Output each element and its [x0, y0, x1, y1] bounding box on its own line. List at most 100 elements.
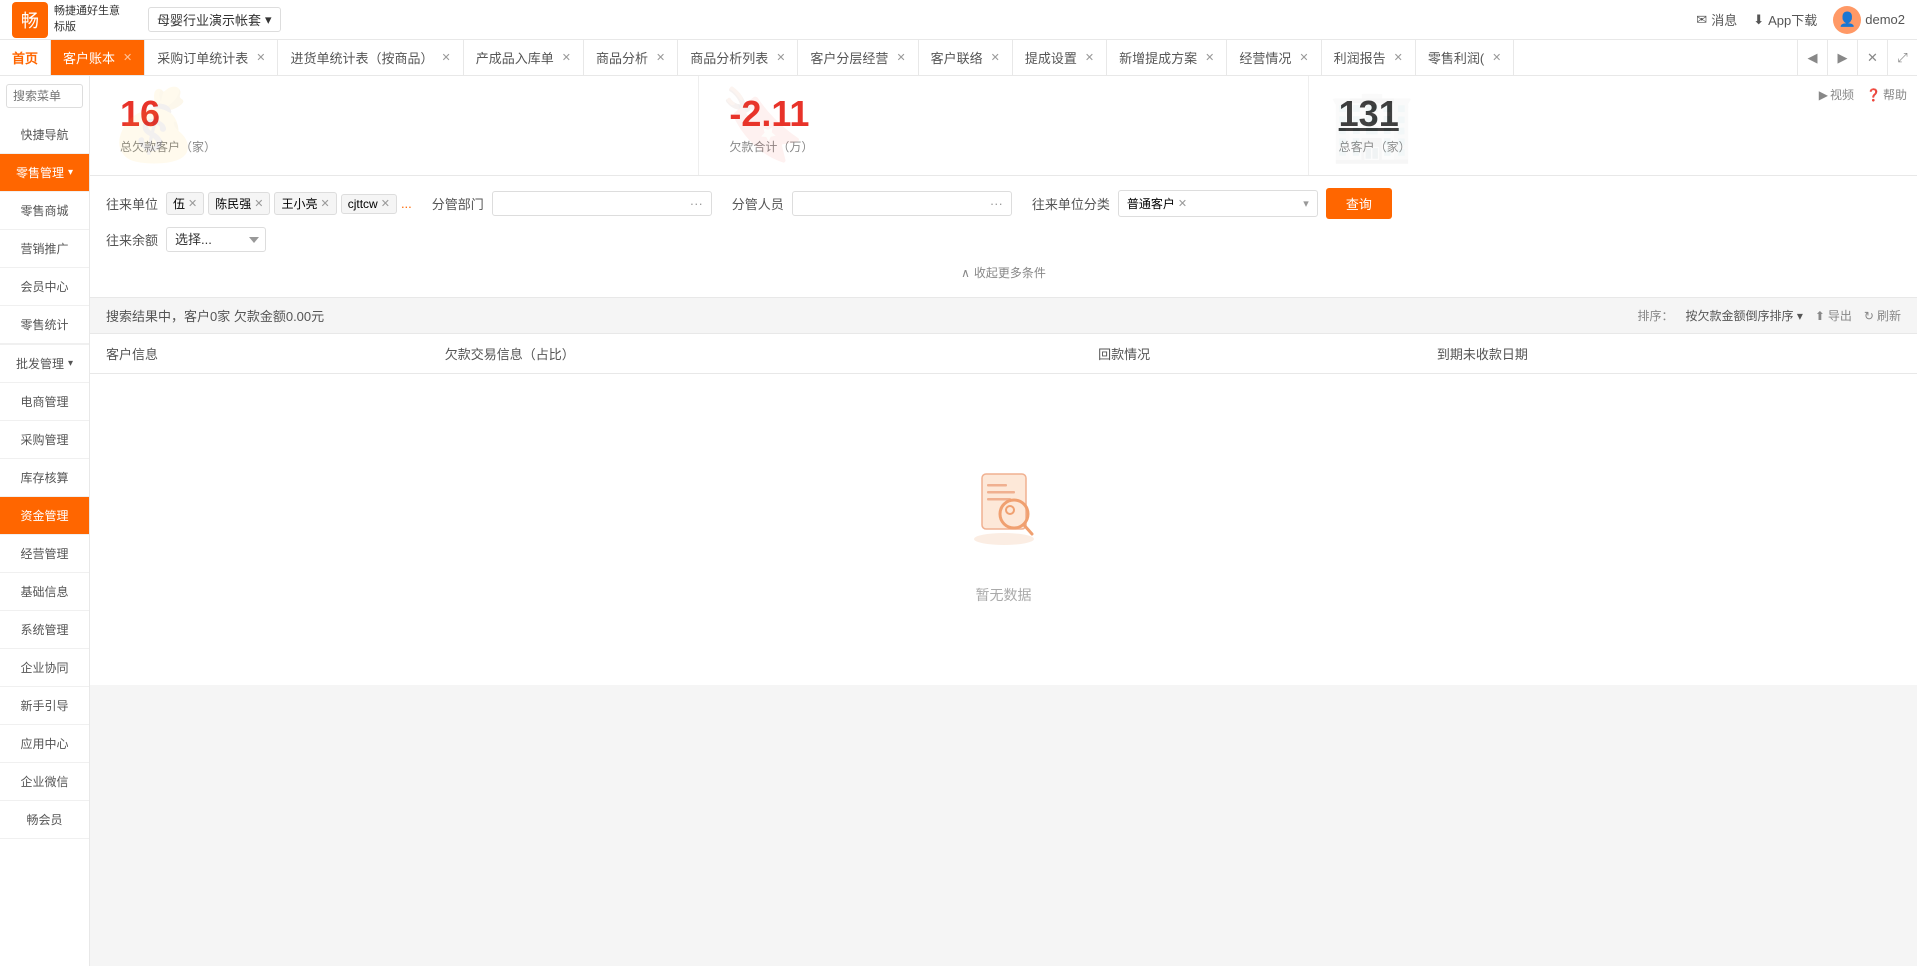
dept-more-icon[interactable]: ···	[690, 196, 703, 211]
sidebar-item-retail-stat[interactable]: 零售统计	[0, 306, 89, 344]
message-label: 消息	[1711, 10, 1737, 29]
tab-retail-profit[interactable]: 零售利润( ✕	[1416, 40, 1515, 75]
export-button[interactable]: ⬆ 导出	[1815, 307, 1852, 324]
close-icon[interactable]: ✕	[896, 51, 905, 64]
logo-icon: 畅	[12, 2, 48, 38]
nav-close-all-button[interactable]: ✕	[1857, 40, 1887, 76]
close-icon[interactable]: ✕	[123, 51, 132, 64]
sort-selector[interactable]: 按欠款金额倒序排序 ▾	[1685, 307, 1802, 324]
remove-tag-wu[interactable]: ✕	[188, 197, 197, 210]
sort-label: 排序：	[1637, 307, 1673, 324]
tab-customer-contact[interactable]: 客户联络 ✕	[919, 40, 1013, 75]
user-menu[interactable]: 👤 demo2	[1833, 6, 1905, 34]
sidebar-label-basic-info: 基础信息	[20, 585, 68, 599]
table-header-row: 客户信息 欠款交易信息（占比） 回款情况 到期未收款日期	[90, 334, 1917, 374]
sidebar-item-wholesale-mgmt[interactable]: 批发管理 ▾	[0, 345, 89, 383]
sidebar-label-purchase-mgmt: 采购管理	[20, 433, 68, 447]
sidebar-search-area	[0, 76, 89, 116]
remove-tag-cjttcw[interactable]: ✕	[381, 197, 390, 210]
tab-biz-status[interactable]: 经营情况 ✕	[1227, 40, 1321, 75]
sidebar-item-inventory-check[interactable]: 库存核算	[0, 459, 89, 497]
tab-instock-stat[interactable]: 进货单统计表（按商品） ✕	[278, 40, 463, 75]
sidebar-item-retail-mall[interactable]: 零售商城	[0, 192, 89, 230]
sidebar-item-system-mgmt[interactable]: 系统管理	[0, 611, 89, 649]
sidebar-item-purchase-mgmt[interactable]: 采购管理	[0, 421, 89, 459]
tab-customer-account[interactable]: 客户账本 ✕	[51, 40, 145, 75]
tab-customer-tier[interactable]: 客户分层经营 ✕	[798, 40, 918, 75]
sidebar-label-enterprise-wechat: 企业微信	[20, 775, 68, 789]
tab-product-analysis-list[interactable]: 商品分析列表 ✕	[678, 40, 798, 75]
sidebar-item-basic-info[interactable]: 基础信息	[0, 573, 89, 611]
collapse-label: 收起更多条件	[974, 264, 1046, 281]
export-icon: ⬆	[1815, 309, 1825, 323]
sidebar-item-ecommerce-mgmt[interactable]: 电商管理	[0, 383, 89, 421]
sidebar-item-retail-mgmt[interactable]: 零售管理 ▾	[0, 154, 89, 192]
sidebar-item-enterprise-collab[interactable]: 企业协同	[0, 649, 89, 687]
filter-more-btn[interactable]: ...	[401, 196, 412, 211]
tab-product-instock[interactable]: 产成品入库单 ✕	[464, 40, 584, 75]
remaining-select[interactable]: 选择...	[166, 227, 266, 252]
search-input[interactable]	[6, 84, 83, 108]
sidebar-label-ecommerce-mgmt: 电商管理	[20, 395, 68, 409]
close-icon[interactable]: ✕	[1085, 51, 1094, 64]
close-icon[interactable]: ✕	[991, 51, 1000, 64]
collapse-button[interactable]: ∧ 收起更多条件	[106, 260, 1901, 285]
chevron-down-icon: ▾	[265, 12, 272, 28]
tab-purchase-order[interactable]: 采购订单统计表 ✕	[145, 40, 278, 75]
close-icon[interactable]: ✕	[562, 51, 571, 64]
nav-prev-button[interactable]: ◀	[1797, 40, 1827, 76]
close-icon[interactable]: ✕	[1394, 51, 1403, 64]
close-icon[interactable]: ✕	[1492, 51, 1501, 64]
sidebar-item-newcomer-guide[interactable]: 新手引导	[0, 687, 89, 725]
sidebar-item-marketing[interactable]: 营销推广	[0, 230, 89, 268]
unit-category-tag-label: 普通客户	[1127, 195, 1175, 212]
close-icon[interactable]: ✕	[1205, 51, 1214, 64]
sidebar-label-enterprise-collab: 企业协同	[20, 661, 68, 675]
sidebar-item-member-center[interactable]: 会员中心	[0, 268, 89, 306]
tab-raise-settings[interactable]: 提成设置 ✕	[1013, 40, 1107, 75]
remove-tag-wang[interactable]: ✕	[321, 197, 330, 210]
sidebar-item-capital-mgmt[interactable]: 资金管理	[0, 497, 89, 535]
person-filter-input[interactable]: ···	[792, 191, 1012, 216]
close-icon[interactable]: ✕	[776, 51, 785, 64]
tab-customer-contact-label: 客户联络	[931, 48, 983, 67]
close-icon[interactable]: ✕	[656, 51, 665, 64]
logo-area: 畅 畅捷通好生意标版	[12, 2, 120, 38]
remove-tag-chen[interactable]: ✕	[254, 197, 263, 210]
sidebar-item-app-center[interactable]: 应用中心	[0, 725, 89, 763]
query-button[interactable]: 查询	[1326, 188, 1392, 219]
sidebar-item-vip-member[interactable]: 畅会员	[0, 801, 89, 839]
message-button[interactable]: ✉ 消息	[1696, 10, 1737, 29]
stats-header: 💰 16 总欠款客户（家） 🔖 -2.11 欠款合计（万） 🏢 131 总客户（…	[90, 76, 1917, 176]
tab-product-instock-label: 产成品入库单	[476, 48, 554, 67]
sidebar-item-fast-nav[interactable]: 快捷导航	[0, 116, 89, 154]
tab-new-raise-plan[interactable]: 新增提成方案 ✕	[1107, 40, 1227, 75]
tab-profit-report[interactable]: 利润报告 ✕	[1322, 40, 1416, 75]
sidebar-item-operation-mgmt[interactable]: 经营管理	[0, 535, 89, 573]
close-icon[interactable]: ✕	[256, 51, 265, 64]
sidebar-item-enterprise-wechat[interactable]: 企业微信	[0, 763, 89, 801]
sidebar-label-app-center: 应用中心	[20, 737, 68, 751]
remove-unit-category-tag[interactable]: ✕	[1178, 197, 1187, 210]
dept-filter-input[interactable]: ···	[492, 191, 712, 216]
col-debit-info: 欠款交易信息（占比）	[429, 334, 1082, 374]
tab-home[interactable]: 首页	[0, 40, 51, 75]
nav-fullscreen-button[interactable]: ⤢	[1887, 40, 1917, 76]
tab-biz-status-label: 经营情况	[1239, 48, 1291, 67]
app-download-button[interactable]: ⬇ App下载	[1753, 10, 1817, 29]
nav-next-button[interactable]: ▶	[1827, 40, 1857, 76]
close-icon[interactable]: ✕	[442, 51, 451, 64]
refresh-label: 刷新	[1877, 307, 1901, 324]
store-selector[interactable]: 母婴行业演示帐套 ▾	[148, 7, 281, 32]
stat-total-debit-customers: 💰 16 总欠款客户（家）	[90, 76, 699, 175]
video-help-button[interactable]: ▶ 视频	[1819, 86, 1854, 103]
download-icon: ⬇	[1753, 12, 1764, 28]
col-customer-info: 客户信息	[90, 334, 429, 374]
refresh-button[interactable]: ↻ 刷新	[1864, 307, 1901, 324]
help-button[interactable]: ❓ 帮助	[1866, 86, 1907, 103]
tab-instock-stat-label: 进货单统计表（按商品）	[290, 48, 433, 67]
unit-category-input[interactable]: 普通客户 ✕ ▾	[1118, 190, 1318, 217]
tab-product-analysis[interactable]: 商品分析 ✕	[584, 40, 678, 75]
close-icon[interactable]: ✕	[1299, 51, 1308, 64]
person-more-icon[interactable]: ···	[990, 196, 1003, 211]
